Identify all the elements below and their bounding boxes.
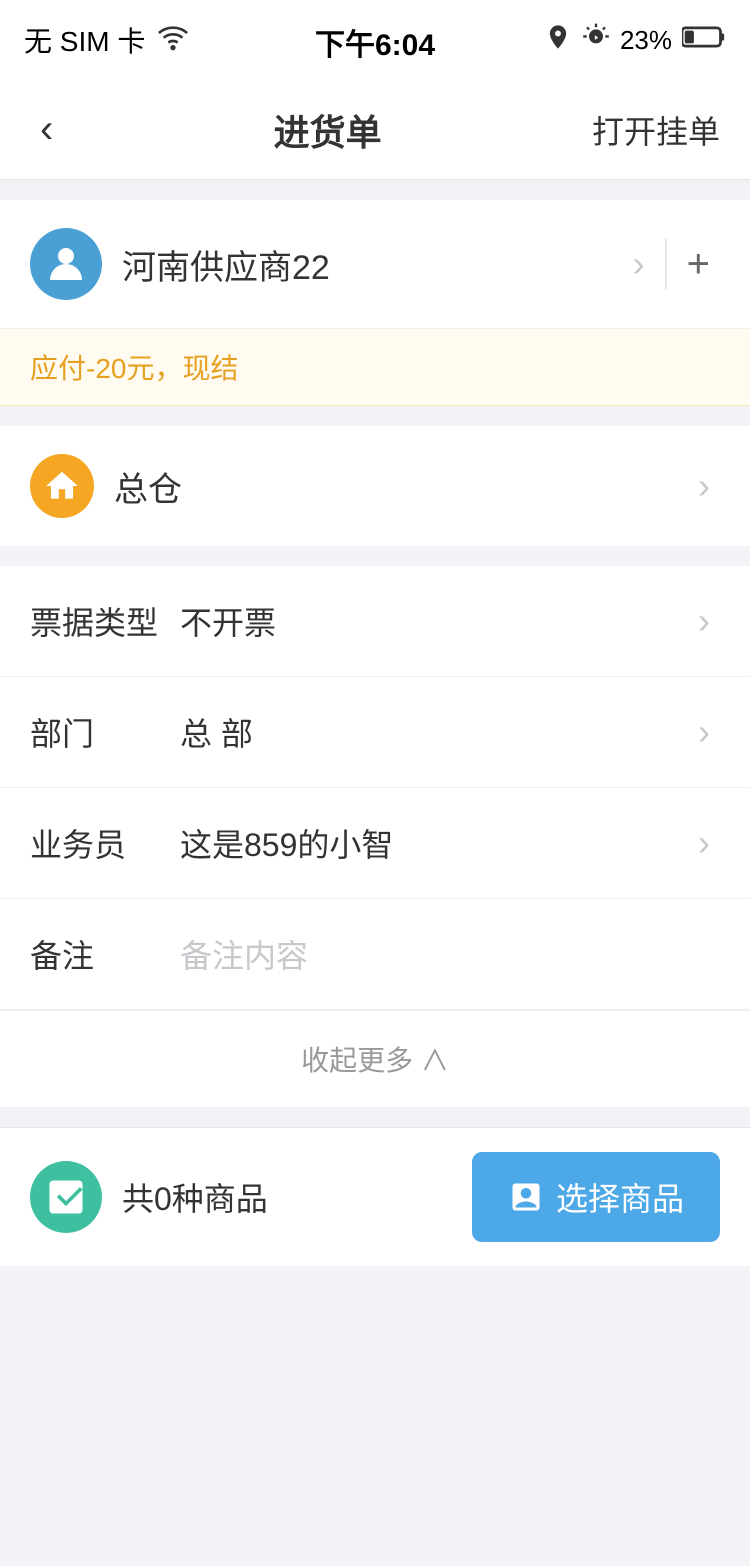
status-bar: 无 SIM 卡 下午6:04 23% xyxy=(0,0,750,80)
remark-label: 备注 xyxy=(30,931,160,977)
notice-banner: 应付-20元，现结 xyxy=(0,329,750,406)
alarm-icon xyxy=(582,23,610,58)
collapse-button[interactable]: 收起更多 ∧ xyxy=(301,1039,449,1079)
bottom-area xyxy=(0,1266,750,1566)
status-right: 23% xyxy=(544,23,726,58)
invoice-type-row[interactable]: 票据类型 不开票 › xyxy=(0,566,750,677)
warehouse-row[interactable]: 总仓 › xyxy=(0,426,750,546)
salesperson-row[interactable]: 业务员 这是859的小智 › xyxy=(0,788,750,899)
invoice-chevron-icon: › xyxy=(698,600,710,642)
department-label: 部门 xyxy=(30,709,160,755)
warehouse-icon xyxy=(30,454,94,518)
carrier-text: 无 SIM 卡 xyxy=(24,20,145,60)
remark-row[interactable]: 备注 备注内容 xyxy=(0,899,750,1010)
salesperson-chevron-icon: › xyxy=(698,822,710,864)
invoice-type-label: 票据类型 xyxy=(30,598,160,644)
supplier-name: 河南供应商22 xyxy=(122,240,633,289)
form-card: 票据类型 不开票 › 部门 总 部 › 业务员 这是859的小智 › 备注 备注… xyxy=(0,566,750,1107)
department-value: 总 部 xyxy=(180,709,698,755)
section-gap-1 xyxy=(0,180,750,200)
supplier-divider xyxy=(665,239,667,289)
product-icon xyxy=(30,1161,102,1233)
remark-input[interactable]: 备注内容 xyxy=(180,931,720,977)
section-gap-2 xyxy=(0,406,750,426)
wifi-icon xyxy=(157,21,189,60)
status-time: 下午6:04 xyxy=(315,20,435,64)
select-product-button[interactable]: 选择商品 xyxy=(472,1152,720,1242)
warehouse-name: 总仓 xyxy=(114,462,698,511)
salesperson-value: 这是859的小智 xyxy=(180,820,698,866)
nav-bar: ‹ 进货单 打开挂单 xyxy=(0,80,750,180)
product-count: 共0种商品 xyxy=(122,1174,472,1220)
page-title: 进货单 xyxy=(274,104,382,156)
department-row[interactable]: 部门 总 部 › xyxy=(0,677,750,788)
battery-icon xyxy=(682,23,726,58)
supplier-avatar xyxy=(30,228,102,300)
notice-text: 应付-20元，现结 xyxy=(30,353,238,384)
collapse-row[interactable]: 收起更多 ∧ xyxy=(0,1010,750,1107)
supplier-row[interactable]: 河南供应商22 › + xyxy=(0,200,750,329)
department-chevron-icon: › xyxy=(698,711,710,753)
select-product-label: 选择商品 xyxy=(556,1174,684,1220)
back-button[interactable]: ‹ xyxy=(30,97,63,162)
supplier-card: 河南供应商22 › + 应付-20元，现结 xyxy=(0,200,750,406)
supplier-chevron-icon: › xyxy=(633,243,645,285)
add-supplier-button[interactable]: + xyxy=(677,242,720,287)
location-icon xyxy=(544,23,572,58)
open-pending-button[interactable]: 打开挂单 xyxy=(592,107,720,153)
battery-text: 23% xyxy=(620,25,672,56)
invoice-type-value: 不开票 xyxy=(180,598,698,644)
warehouse-chevron-icon: › xyxy=(698,465,710,507)
status-left: 无 SIM 卡 xyxy=(24,20,189,60)
product-section: 共0种商品 选择商品 xyxy=(0,1127,750,1266)
warehouse-card[interactable]: 总仓 › xyxy=(0,426,750,546)
salesperson-label: 业务员 xyxy=(30,820,160,866)
section-gap-3 xyxy=(0,546,750,566)
